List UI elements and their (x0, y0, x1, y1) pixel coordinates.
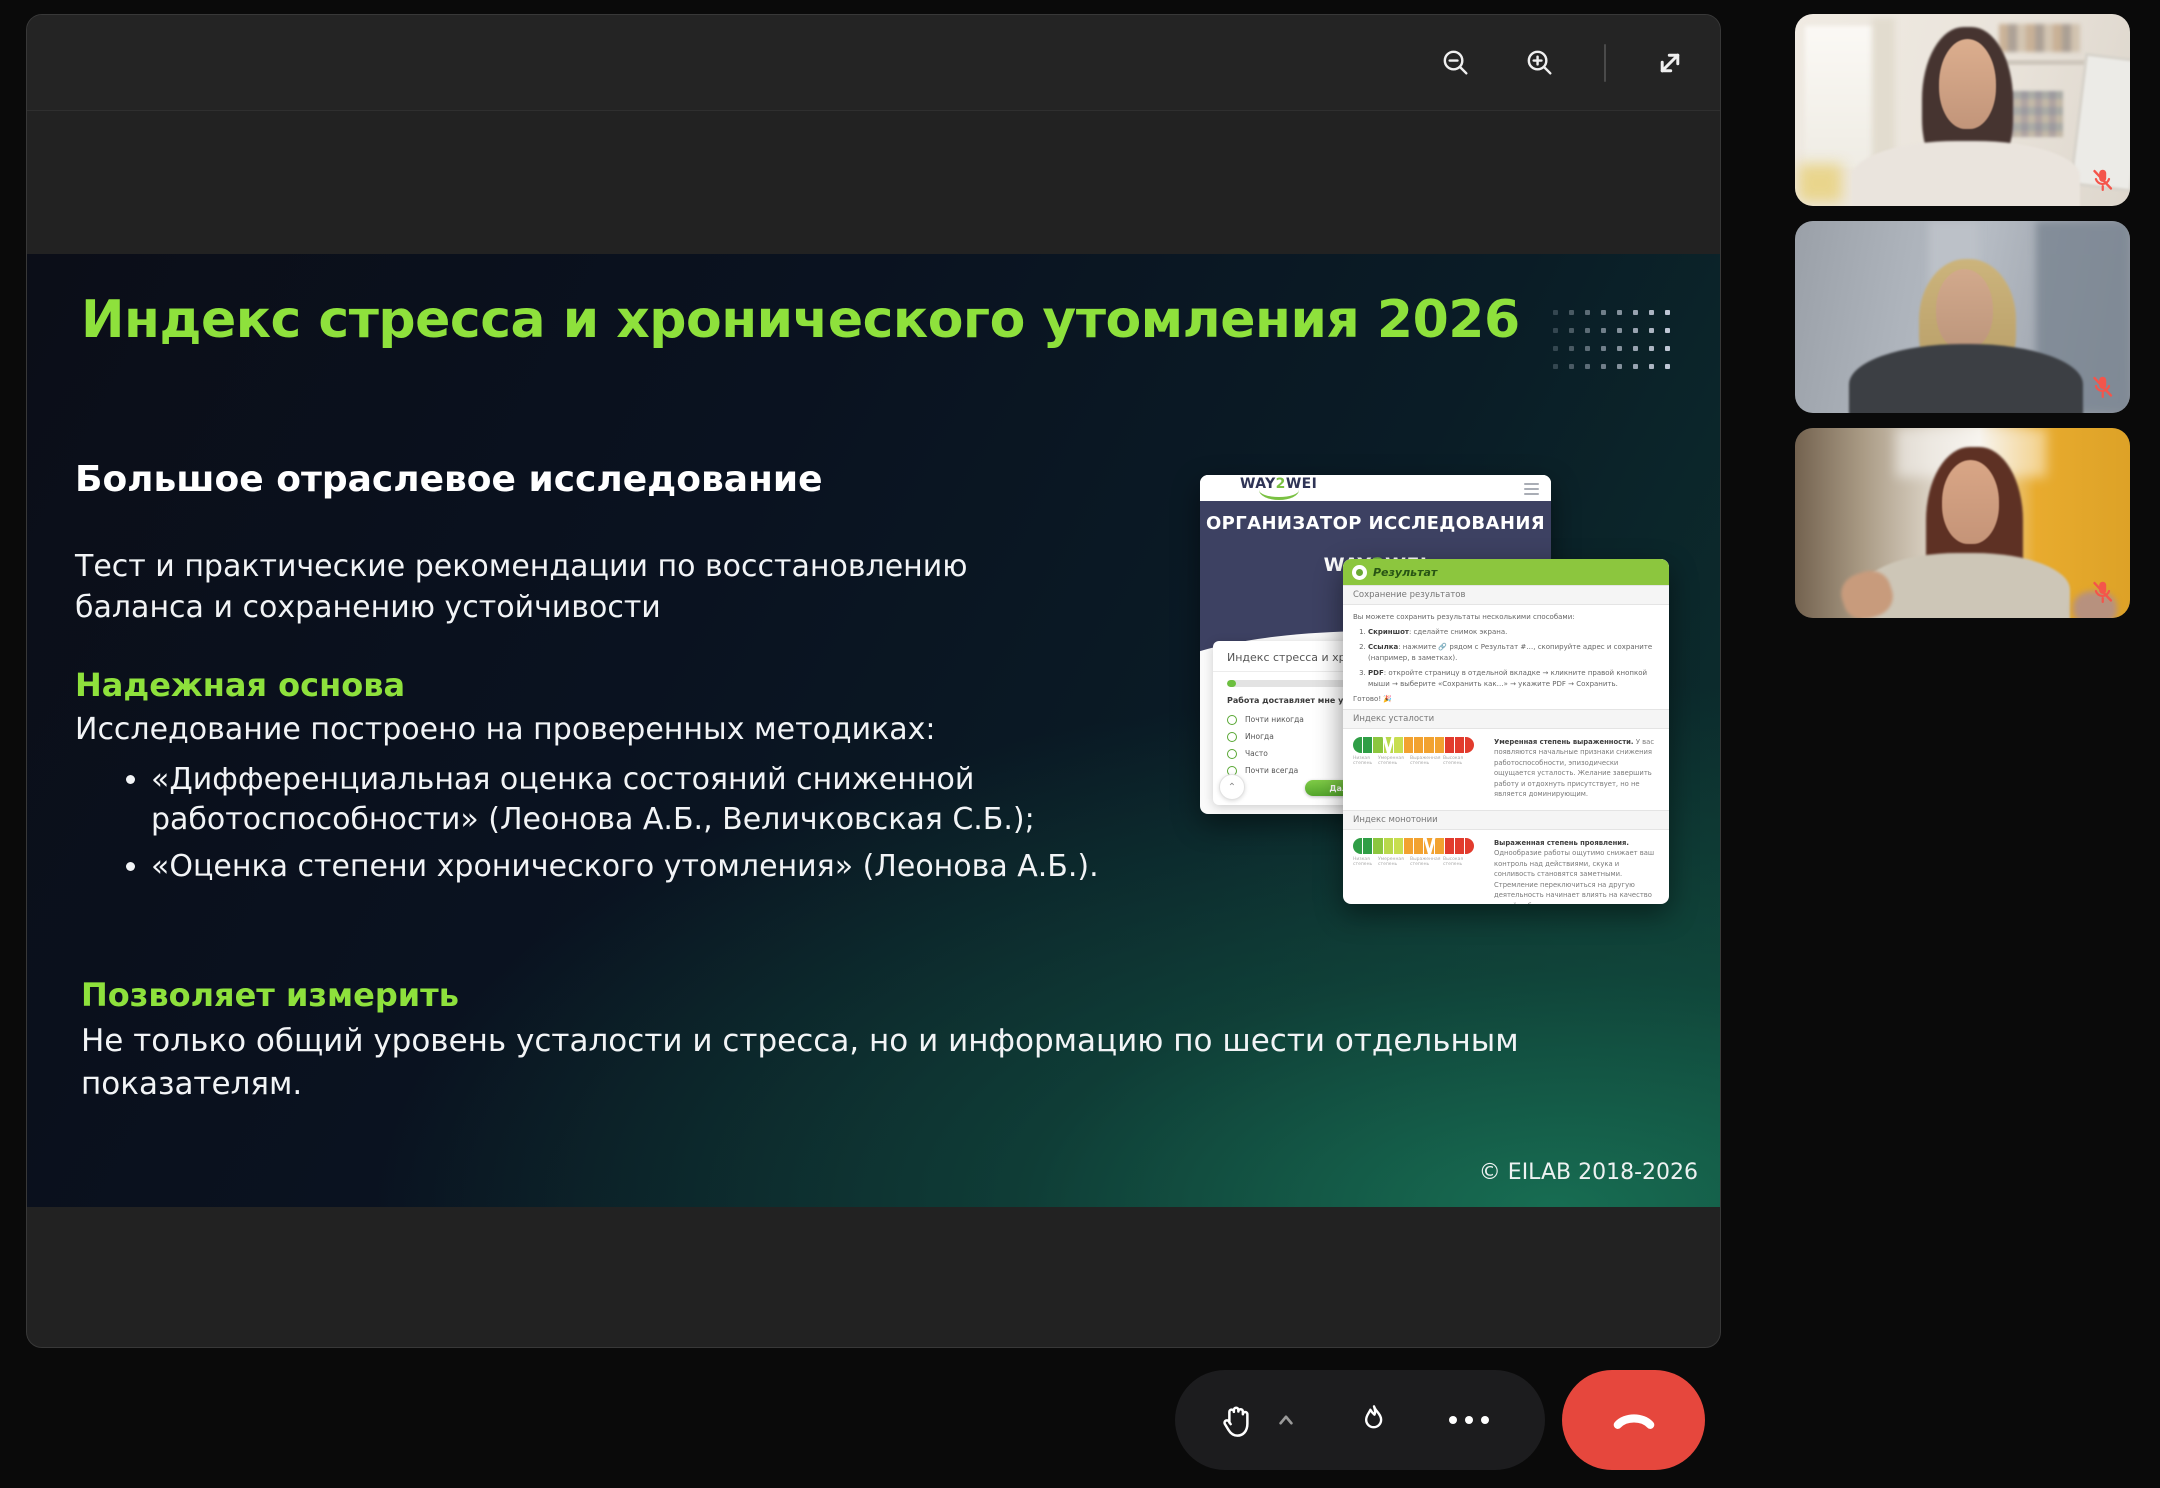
slide-heading-measure: Позволяет измерить (81, 976, 459, 1014)
expand-icon (1660, 53, 1680, 72)
save-step: Скриншот: сделайте снимок экрана. (1368, 627, 1659, 638)
participant-video-2[interactable] (1795, 221, 2130, 413)
result-indices: Индекс усталости Низкая степень Умеренная… (1343, 708, 1669, 904)
radio-icon (1227, 714, 1237, 725)
slide-bullet-item: «Дифференциальная оценка состояний сниже… (151, 760, 1251, 839)
share-toolbar (27, 15, 1720, 111)
scale-marker (1422, 835, 1436, 857)
mic-muted-icon (2093, 169, 2113, 191)
save-steps-list: Скриншот: сделайте снимок экрана. Ссылка:… (1353, 627, 1659, 690)
raise-hand-button[interactable] (1215, 1400, 1255, 1440)
participant-body (1862, 553, 2070, 618)
radio-icon (1227, 731, 1237, 742)
fullscreen-button[interactable] (1650, 43, 1690, 83)
radio-icon (1227, 748, 1237, 759)
save-done: Готово! 🎉 (1353, 695, 1393, 703)
result-index-section: Индекс монотонии Низкая степень Умеренная… (1343, 809, 1669, 904)
slide-title: Индекс стресса и хронического утомления … (81, 290, 1520, 350)
results-header: Результат (1343, 559, 1669, 585)
raise-hand-options-button[interactable] (1273, 1407, 1299, 1433)
photo-shelf (1999, 23, 2080, 53)
raise-hand-icon (1223, 1406, 1249, 1437)
zoom-in-icon (1527, 50, 1552, 75)
severity-scale (1353, 734, 1484, 756)
end-call-icon (1613, 1414, 1654, 1429)
decorative-dots (1553, 310, 1670, 369)
mic-muted-icon (2093, 376, 2113, 398)
save-section-body: Вы можете сохранить результаты нескольки… (1343, 605, 1669, 709)
slide-bullet-item: «Оценка степени хронического утомления» … (151, 847, 1251, 887)
results-screenshot-card: Результат Сохранение результатов Вы може… (1343, 559, 1669, 904)
slide-bullet-list: «Дифференциальная оценка состояний сниже… (99, 760, 1251, 895)
slide-heading-basis: Надежная основа (75, 666, 406, 704)
severity-scale (1353, 835, 1484, 857)
more-options-button[interactable] (1449, 1416, 1489, 1424)
participant-video-3[interactable] (1795, 428, 2130, 618)
award-badge-icon (1352, 564, 1367, 580)
severity-scale-labels: Низкая степень Умеренная степень Выраженна… (1353, 755, 1464, 767)
zoom-out-button[interactable] (1436, 43, 1476, 83)
participant-face (1939, 38, 1996, 130)
slide-paragraph-methods: Исследование построено на проверенных ме… (75, 712, 936, 747)
participant-body (1848, 343, 2084, 413)
save-intro: Вы можете сохранить результаты нескольки… (1353, 613, 1575, 621)
slide-heading-research: Большое отраслевое исследование (75, 459, 823, 500)
index-description: Умеренная степень выраженности. У вас по… (1494, 737, 1655, 799)
slide-paragraph-measure: Не только общий уровень усталости и стре… (81, 1023, 1519, 1102)
scale-marker (1382, 734, 1396, 756)
participant-body (1851, 140, 2080, 206)
screen-share-panel: Индекс стресса и хронического утомления … (26, 14, 1721, 1348)
toolbar-divider (1604, 43, 1606, 82)
hamburger-menu-icon (1524, 483, 1539, 498)
call-controls-bar (1175, 1370, 1545, 1470)
way2wei-logo: WAY2WEI (1240, 477, 1317, 500)
results-title: Результат (1373, 565, 1438, 579)
fire-reaction-icon (1364, 1405, 1383, 1429)
reaction-button[interactable] (1355, 1401, 1393, 1439)
warm-light (1798, 163, 1842, 203)
result-index-section: Индекс усталости Низкая степень Умеренная… (1343, 708, 1669, 810)
save-step: Ссылка: нажмите 🔗 рядом с Результат #…, … (1368, 642, 1659, 663)
zoom-out-icon (1443, 50, 1468, 75)
organizer-site-header: WAY2WEI (1200, 475, 1551, 501)
survey-scroll-up-button: ⌃ (1219, 774, 1245, 800)
zoom-in-button[interactable] (1520, 43, 1560, 83)
participant-face (1942, 460, 2000, 544)
presentation-slide: Индекс стресса и хронического утомления … (27, 254, 1720, 1207)
slide-paragraph-test: Тест и практические рекомендации по восс… (75, 549, 968, 626)
index-description: Выраженная степень проявления. Однообраз… (1494, 838, 1655, 904)
slide-copyright: © EILAB 2018-2026 (1478, 1160, 1698, 1185)
participant-face (1935, 269, 1993, 350)
participant-video-1[interactable] (1795, 14, 2130, 206)
save-step: PDF: откройте страницу в отдельной вклад… (1368, 668, 1659, 689)
end-call-button[interactable] (1562, 1370, 1705, 1470)
severity-scale-labels: Низкая степень Умеренная степень Выраженна… (1353, 856, 1464, 868)
index-title: Индекс монотонии (1343, 809, 1669, 830)
save-section-title: Сохранение результатов (1343, 585, 1669, 605)
index-title: Индекс усталости (1343, 708, 1669, 729)
mic-muted-icon (2093, 581, 2113, 603)
organizer-banner-title: ОРГАНИЗАТОР ИССЛЕДОВАНИЯ (1205, 513, 1546, 534)
more-options-icon (1449, 1416, 1457, 1424)
chevron-up-icon (1279, 1415, 1293, 1425)
